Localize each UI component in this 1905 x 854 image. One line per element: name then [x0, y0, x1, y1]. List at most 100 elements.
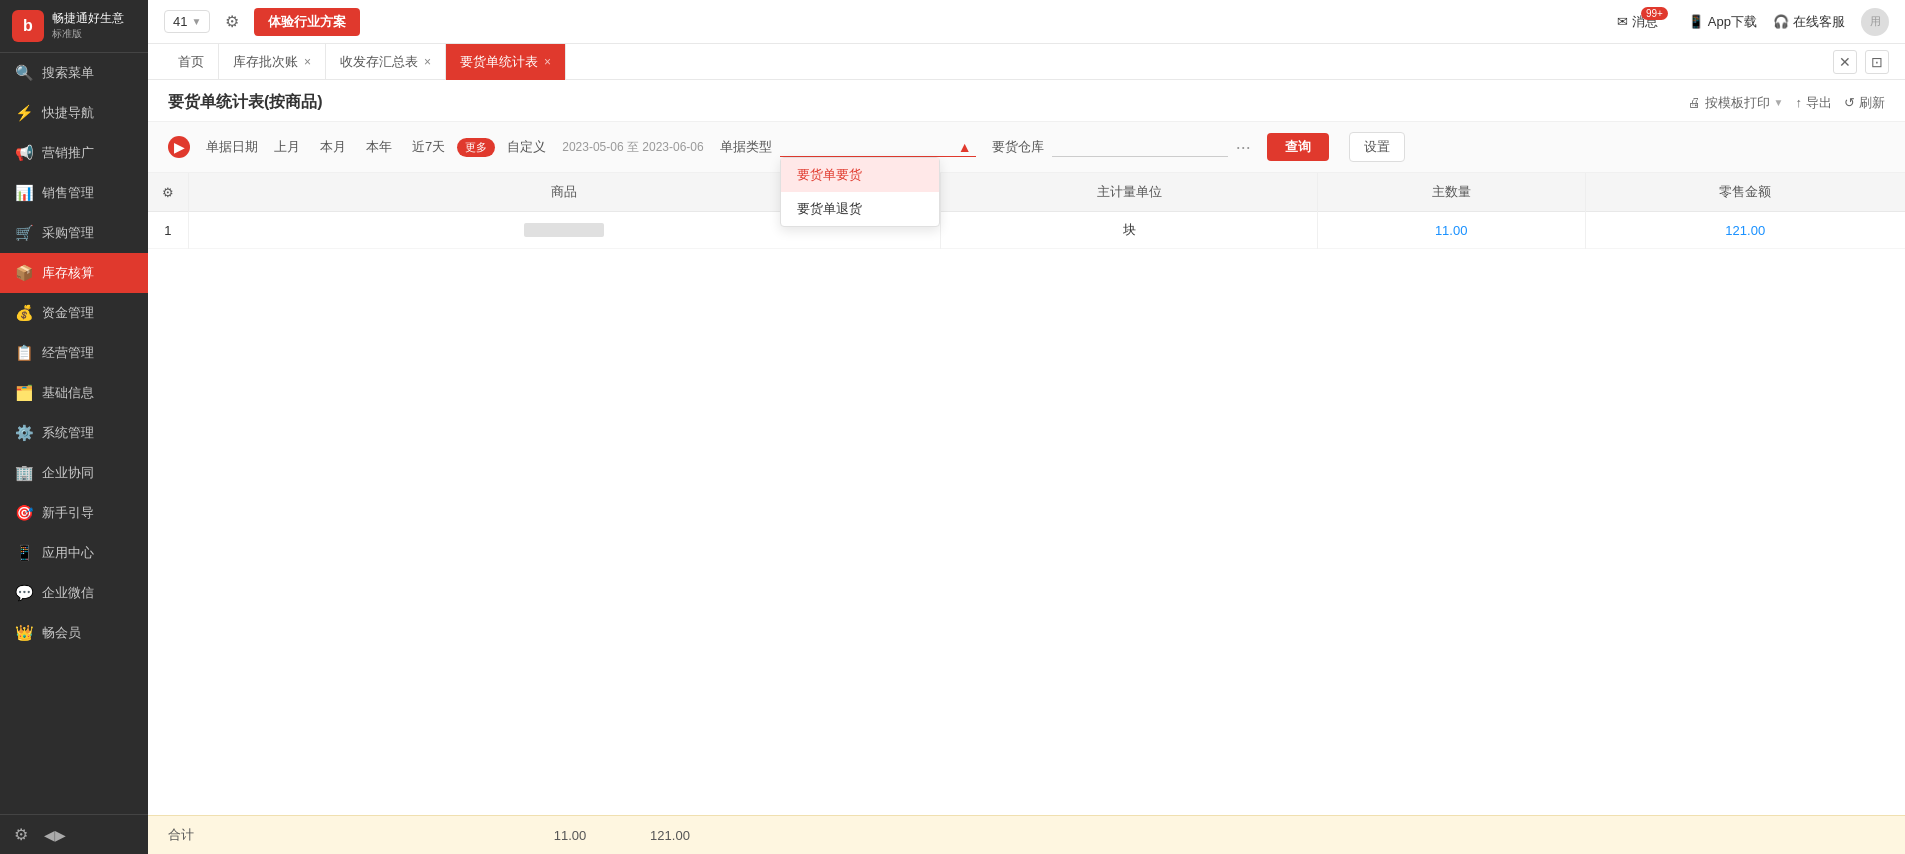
sidebar-item-wecom[interactable]: 💬 企业微信: [0, 573, 148, 613]
sidebar-label-system: 系统管理: [42, 424, 94, 442]
tabs-expand-btn[interactable]: ⊡: [1865, 50, 1889, 74]
footer-retail-amount: 121.00: [620, 828, 720, 843]
sidebar-item-purchase[interactable]: 🛒 采购管理: [0, 213, 148, 253]
tab-requisition-close[interactable]: ×: [544, 55, 551, 69]
date-opt-this-year[interactable]: 本年: [358, 136, 400, 158]
date-opt-more[interactable]: 更多: [457, 138, 495, 157]
table-container: ⚙ 商品 主计量单位 主数量 零售金额 1 块: [148, 173, 1905, 815]
date-opt-custom[interactable]: 自定义: [499, 136, 554, 158]
topbar-gear-btn[interactable]: ⚙: [218, 8, 246, 36]
footer-label: 合计: [160, 826, 360, 844]
app-download-icon: 📱: [1688, 14, 1704, 29]
date-opt-this-month[interactable]: 本月: [312, 136, 354, 158]
page-actions: 🖨 按模板打印 ▼ ↑ 导出 ↺ 刷新: [1688, 94, 1885, 112]
sidebar-item-inventory[interactable]: 📦 库存核算: [0, 253, 148, 293]
app-download-btn[interactable]: 📱 App下载: [1688, 13, 1757, 31]
sidebar-label-inventory: 库存核算: [42, 264, 94, 282]
sidebar-item-member[interactable]: 👑 畅会员: [0, 613, 148, 653]
sidebar-bottom: ⚙ ◀▶: [0, 814, 148, 854]
sidebar-label-enterprise: 企业协同: [42, 464, 94, 482]
settings-config-btn[interactable]: 设置: [1349, 132, 1405, 162]
sidebar-item-operations[interactable]: 📋 经营管理: [0, 333, 148, 373]
dropdown-item-requisition[interactable]: 要货单要货: [781, 158, 939, 192]
query-btn[interactable]: 查询: [1267, 133, 1329, 161]
store-selector[interactable]: 41 ▼: [164, 10, 210, 33]
inventory-icon: 📦: [14, 263, 34, 283]
sidebar-label-finance: 资金管理: [42, 304, 94, 322]
date-filter-group: 单据日期 上月 本月 本年 近7天 更多 自定义 2023-05-06 至 20…: [206, 136, 704, 158]
tab-requisition[interactable]: 要货单统计表 ×: [446, 44, 566, 80]
trial-btn[interactable]: 体验行业方案: [254, 8, 360, 36]
sidebar-item-marketing[interactable]: 📢 营销推广: [0, 133, 148, 173]
tab-summary-close[interactable]: ×: [424, 55, 431, 69]
date-opt-last-7-days[interactable]: 近7天: [404, 136, 453, 158]
sidebar-label-sales: 销售管理: [42, 184, 94, 202]
sidebar-item-search[interactable]: 🔍 搜索菜单: [0, 53, 148, 93]
print-btn[interactable]: 🖨 按模板打印 ▼: [1688, 94, 1784, 112]
print-arrow-icon: ▼: [1774, 97, 1784, 108]
sidebar-item-guide[interactable]: 🎯 新手引导: [0, 493, 148, 533]
dropdown-item-return[interactable]: 要货单退货: [781, 192, 939, 226]
tab-batch-ledger-close[interactable]: ×: [304, 55, 311, 69]
app-logo: b 畅捷通好生意 标准版: [0, 0, 148, 53]
user-avatar[interactable]: 用: [1861, 8, 1889, 36]
warehouse-input-wrapper: [1052, 137, 1228, 157]
tab-summary[interactable]: 收发存汇总表 ×: [326, 44, 446, 80]
retail-amount-link[interactable]: 121.00: [1725, 223, 1765, 238]
tab-home-label: 首页: [178, 53, 204, 71]
apps-icon: 📱: [14, 543, 34, 563]
date-opt-last-month[interactable]: 上月: [266, 136, 308, 158]
sidebar-item-enterprise[interactable]: 🏢 企业协同: [0, 453, 148, 493]
footer-qty: 11.00: [520, 828, 620, 843]
main-area: 41 ▼ ⚙ 体验行业方案 ✉ 消息 99+ 📱 App下载 🎧 在线客服 用: [148, 0, 1905, 854]
cell-qty: 11.00: [1317, 212, 1585, 249]
type-filter-input[interactable]: [780, 137, 976, 157]
message-icon: ✉: [1617, 14, 1628, 29]
type-dropdown-arrow[interactable]: ▲: [958, 139, 972, 155]
topbar: 41 ▼ ⚙ 体验行业方案 ✉ 消息 99+ 📱 App下载 🎧 在线客服 用: [148, 0, 1905, 44]
filter-toggle-btn[interactable]: ▶: [168, 136, 190, 158]
sidebar-item-basic[interactable]: 🗂️ 基础信息: [0, 373, 148, 413]
message-btn[interactable]: ✉ 消息 99+: [1617, 13, 1658, 31]
refresh-icon: ↺: [1844, 95, 1855, 110]
cell-retail-amount: 121.00: [1585, 212, 1905, 249]
col-header-settings[interactable]: ⚙: [148, 173, 188, 212]
sidebar-collapse-btn[interactable]: ◀▶: [44, 827, 66, 843]
tab-requisition-label: 要货单统计表: [460, 53, 538, 71]
qty-link[interactable]: 11.00: [1435, 223, 1468, 238]
online-service-label: 在线客服: [1793, 13, 1845, 31]
refresh-btn[interactable]: ↺ 刷新: [1844, 94, 1885, 112]
type-select-container: ▲ 要货单要货 要货单退货: [780, 137, 976, 157]
sidebar-label-member: 畅会员: [42, 624, 81, 642]
data-table: ⚙ 商品 主计量单位 主数量 零售金额 1 块: [148, 173, 1905, 249]
tab-home[interactable]: 首页: [164, 44, 219, 80]
sidebar-settings-icon[interactable]: ⚙: [14, 825, 28, 844]
warehouse-filter-label: 要货仓库: [992, 138, 1044, 156]
member-icon: 👑: [14, 623, 34, 643]
export-btn[interactable]: ↑ 导出: [1796, 94, 1833, 112]
page-title: 要货单统计表(按商品): [168, 92, 323, 113]
app-name: 畅捷通好生意: [52, 11, 124, 27]
sidebar-item-system[interactable]: ⚙️ 系统管理: [0, 413, 148, 453]
tab-batch-ledger[interactable]: 库存批次账 ×: [219, 44, 326, 80]
sidebar-item-finance[interactable]: 💰 资金管理: [0, 293, 148, 333]
cell-unit: 块: [941, 212, 1317, 249]
system-icon: ⚙️: [14, 423, 34, 443]
online-service-btn[interactable]: 🎧 在线客服: [1773, 13, 1845, 31]
sidebar-item-sales[interactable]: 📊 销售管理: [0, 173, 148, 213]
refresh-label: 刷新: [1859, 94, 1885, 112]
date-range-text: 2023-05-06 至 2023-06-06: [562, 139, 703, 156]
logo-icon: b: [12, 10, 44, 42]
basic-icon: 🗂️: [14, 383, 34, 403]
cell-index: 1: [148, 212, 188, 249]
warehouse-input[interactable]: [1056, 139, 1224, 154]
topbar-right: ✉ 消息 99+ 📱 App下载 🎧 在线客服 用: [1617, 8, 1889, 36]
table-row: 1 块 11.00 121.00: [148, 212, 1905, 249]
sidebar-item-quick-nav[interactable]: ⚡ 快捷导航: [0, 93, 148, 133]
operations-icon: 📋: [14, 343, 34, 363]
tabs-close-all-btn[interactable]: ✕: [1833, 50, 1857, 74]
sidebar-item-apps[interactable]: 📱 应用中心: [0, 533, 148, 573]
store-name: 41: [173, 14, 187, 29]
more-filters-btn[interactable]: ···: [1236, 137, 1251, 158]
purchase-icon: 🛒: [14, 223, 34, 243]
